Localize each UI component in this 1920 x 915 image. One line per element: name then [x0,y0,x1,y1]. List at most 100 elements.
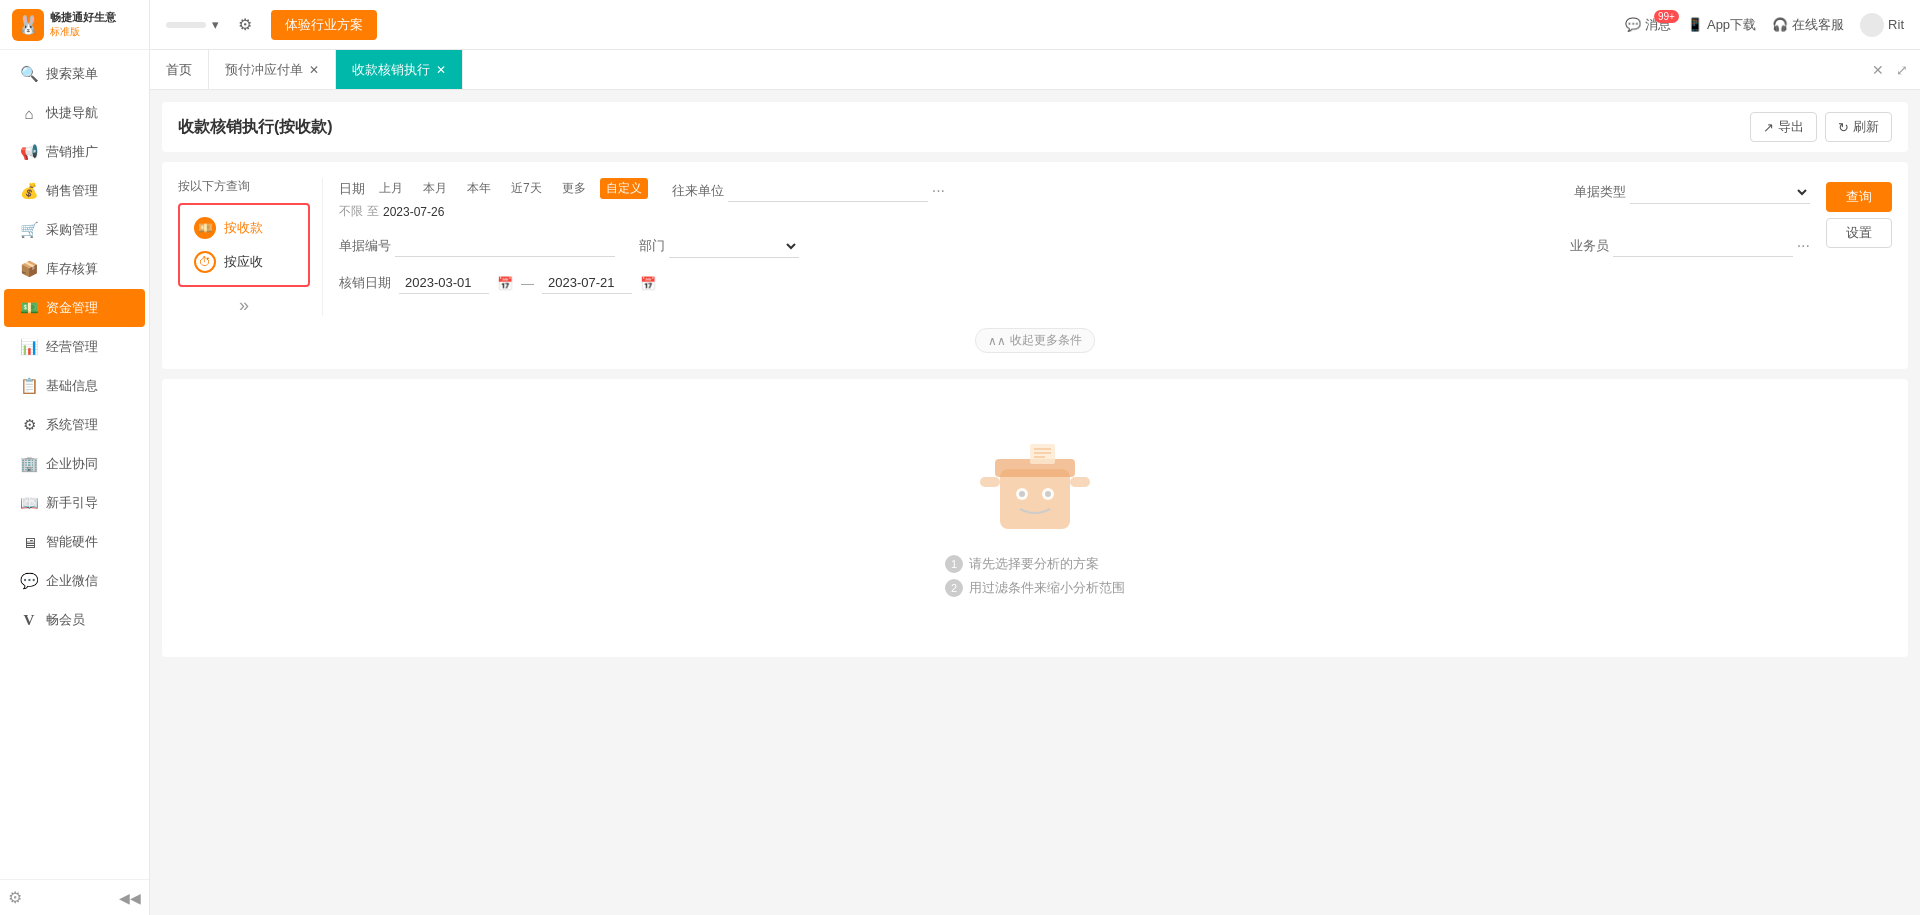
filter-staff-group: 业务员 ··· [1570,235,1810,257]
export-icon: ↗ [1763,120,1774,135]
date-more[interactable]: 更多 [556,178,592,199]
tab-prepay[interactable]: 预付冲应付单 ✕ [209,50,336,89]
sidebar-item-inventory[interactable]: 📦 库存核算 [4,250,145,288]
date-nolimit-label: 不限 [339,203,363,220]
tab-home-label: 首页 [166,61,192,79]
verify-date-label: 核销日期 [339,274,391,292]
verify-date-start-input[interactable] [399,272,489,294]
date-this-month[interactable]: 本月 [417,178,453,199]
gear-button[interactable]: ⚙ [231,11,259,39]
empty-tips: 1 请先选择要分析的方案 2 用过滤条件来缩小分析范围 [945,555,1125,597]
filter-date-group: 日期 上月 本月 本年 近7天 更多 自定义 不限 至 [339,178,648,220]
sidebar-item-label: 智能硬件 [46,533,98,551]
logo-sub-text: 标准版 [50,25,116,39]
app-download-button[interactable]: 📱 App下载 [1687,16,1756,34]
date-custom[interactable]: 自定义 [600,178,648,199]
filter-receipt-label: 按收款 [224,219,263,237]
refresh-icon: ↻ [1838,120,1849,135]
sidebar-item-purchase[interactable]: 🛒 采购管理 [4,211,145,249]
collapse-sidebar-icon[interactable]: ◀◀ [119,890,141,906]
tab-home[interactable]: 首页 [150,50,209,89]
tab-prepay-close[interactable]: ✕ [309,63,319,77]
filter-receipt-icon: 💴 [194,217,216,239]
industry-button[interactable]: 体验行业方案 [271,10,377,40]
marketing-icon: 📢 [20,143,38,161]
sidebar-item-search[interactable]: 🔍 搜索菜单 [4,55,145,93]
empty-tip-2: 2 用过滤条件来缩小分析范围 [945,579,1125,597]
empty-svg [975,439,1095,539]
sidebar-item-label: 新手引导 [46,494,98,512]
sidebar-item-operation[interactable]: 📊 经营管理 [4,328,145,366]
filter-dept-group: 部门 [639,234,799,258]
message-badge: 99+ [1654,10,1679,23]
page-title: 收款核销执行(按收款) [178,117,333,138]
export-button[interactable]: ↗ 导出 [1750,112,1817,142]
tab-collection[interactable]: 收款核销执行 ✕ [336,50,463,89]
sidebar-item-funds[interactable]: 💵 资金管理 [4,289,145,327]
page-actions: ↗ 导出 ↻ 刷新 [1750,112,1892,142]
app-download-label: App下载 [1707,16,1756,34]
filter-date-shortcuts-row: 日期 上月 本月 本年 近7天 更多 自定义 [339,178,648,199]
sidebar-item-member[interactable]: V 畅会员 [4,601,145,639]
staff-dots-icon[interactable]: ··· [1797,237,1810,255]
home-icon: ⌂ [20,105,38,122]
refresh-button[interactable]: ↻ 刷新 [1825,112,1892,142]
collapse-more-label: 收起更多条件 [1010,332,1082,349]
filter-option-by-receivable[interactable]: ⏱ 按应收 [186,245,302,279]
doc-type-select[interactable] [1630,180,1810,204]
dropdown-icon[interactable]: ▾ [212,17,219,32]
message-button[interactable]: 💬 消息 99+ [1625,16,1671,34]
filter-row-2: 单据编号 部门 业务员 ··· [339,234,1810,258]
date-last-month[interactable]: 上月 [373,178,409,199]
party-dots-icon[interactable]: ··· [932,182,945,200]
sidebar-logo: 🐰 畅捷通好生意 标准版 [0,0,149,50]
sidebar-item-guide[interactable]: 📖 新手引导 [4,484,145,522]
filter-option-by-receipt[interactable]: 💴 按收款 [186,211,302,245]
sidebar-item-system[interactable]: ⚙ 系统管理 [4,406,145,444]
sidebar-item-enterprise[interactable]: 🏢 企业协同 [4,445,145,483]
tab-close-all-icon[interactable]: ✕ [1868,58,1888,82]
filter-row-3: 核销日期 📅 — 📅 [339,272,1810,294]
settings-button[interactable]: 设置 [1826,218,1892,248]
date-to-value: 2023-07-26 [383,205,444,219]
online-service-button[interactable]: 🎧 在线客服 [1772,16,1844,34]
sidebar-item-marketing[interactable]: 📢 营销推广 [4,133,145,171]
verify-date-end-input[interactable] [542,272,632,294]
date-7days[interactable]: 近7天 [505,178,548,199]
basic-icon: 📋 [20,377,38,395]
guide-icon: 📖 [20,494,38,512]
tab-collection-label: 收款核销执行 [352,61,430,79]
verify-end-calendar-icon[interactable]: 📅 [640,276,656,291]
wechat-icon: 💬 [20,572,38,590]
sidebar-item-hardware[interactable]: 🖥 智能硬件 [4,523,145,561]
enterprise-icon: 🏢 [20,455,38,473]
tip-text-1: 请先选择要分析的方案 [969,555,1099,573]
sidebar-item-quicknav[interactable]: ⌂ 快捷导航 [4,94,145,132]
tab-expand-icon[interactable]: ⤢ [1892,58,1912,82]
sidebar-item-label: 营销推广 [46,143,98,161]
date-this-year[interactable]: 本年 [461,178,497,199]
collapse-more-button[interactable]: ∧∧ 收起更多条件 [975,328,1095,353]
sidebar-item-sales[interactable]: 💰 销售管理 [4,172,145,210]
tab-collection-close[interactable]: ✕ [436,63,446,77]
user-area[interactable]: Rit [1860,13,1904,37]
verify-start-calendar-icon[interactable]: 📅 [497,276,513,291]
dept-select[interactable] [669,234,799,258]
date-to-text: 至 [367,203,379,220]
filter-receivable-icon: ⏱ [194,251,216,273]
doc-no-input[interactable] [395,235,615,257]
party-input[interactable] [728,180,928,202]
sidebar-item-label: 库存核算 [46,260,98,278]
staff-input[interactable] [1613,235,1793,257]
filter-row-1: 日期 上月 本月 本年 近7天 更多 自定义 不限 至 [339,178,1810,220]
filter-collapse-left[interactable]: » [178,295,310,316]
operation-icon: 📊 [20,338,38,356]
settings-footer-icon[interactable]: ⚙ [8,888,22,907]
sidebar-item-basic[interactable]: 📋 基础信息 [4,367,145,405]
tab-prepay-label: 预付冲应付单 [225,61,303,79]
sidebar-item-label: 企业微信 [46,572,98,590]
sidebar-item-label: 经营管理 [46,338,98,356]
query-button[interactable]: 查询 [1826,182,1892,212]
sidebar-item-wechat[interactable]: 💬 企业微信 [4,562,145,600]
tabs-spacer [463,50,1860,89]
